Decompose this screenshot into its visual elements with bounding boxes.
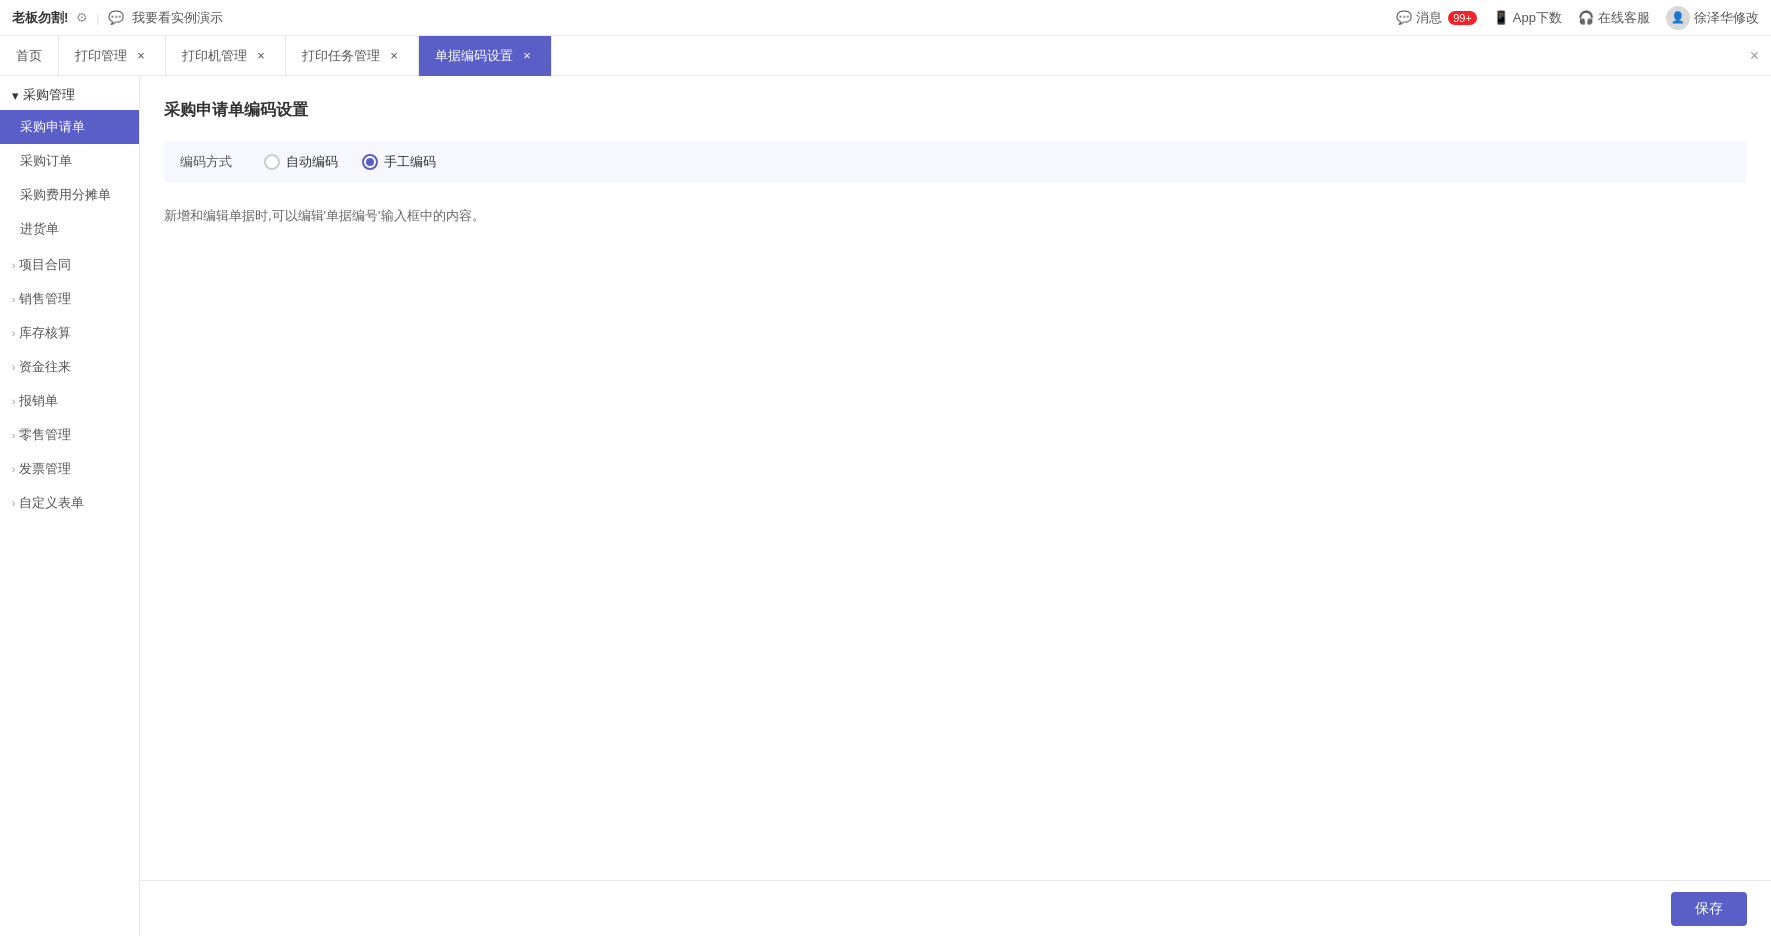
sidebar-item-purchase-request[interactable]: 采购申请单 (0, 110, 139, 144)
demo-divider: | (96, 10, 99, 25)
auto-encode-option[interactable]: 自动编码 (264, 153, 338, 171)
sidebar-group-fund[interactable]: › 资金往来 (0, 348, 139, 382)
sidebar-group-custom[interactable]: › 自定义表单 (0, 484, 139, 518)
demo-icon: 💬 (108, 10, 124, 25)
tab-doc-code-settings-close[interactable]: × (519, 48, 535, 64)
sidebar-group-purchase: ▾ 采购管理 采购申请单 采购订单 采购费用分摊单 进货单 (0, 76, 139, 246)
sidebar-group-reimbursement[interactable]: › 报销单 (0, 382, 139, 416)
manual-encode-radio[interactable] (362, 154, 378, 170)
message-btn[interactable]: 💬 消息 99+ (1396, 9, 1477, 27)
manual-encode-label: 手工编码 (384, 153, 436, 171)
arrow-reimbursement: › (12, 396, 15, 407)
message-icon: 💬 (1396, 10, 1412, 25)
message-badge: 99+ (1448, 11, 1477, 25)
tab-printer-management-close[interactable]: × (253, 48, 269, 64)
page-title: 采购申请单编码设置 (164, 100, 1747, 121)
tab-print-task-label: 打印任务管理 (302, 47, 380, 65)
top-bar-left: 老板勿割! ⚙ | 💬 我要看实例演示 (12, 9, 223, 27)
online-service-label: 在线客服 (1598, 9, 1650, 27)
sidebar-group-retail-label: 零售管理 (19, 426, 71, 444)
sidebar-group-retail[interactable]: › 零售管理 (0, 416, 139, 450)
online-service-btn[interactable]: 🎧 在线客服 (1578, 9, 1650, 27)
tab-printer-management-label: 打印机管理 (182, 47, 247, 65)
arrow-sales: › (12, 294, 15, 305)
tab-doc-code-settings-label: 单据编码设置 (435, 47, 513, 65)
auto-encode-radio[interactable] (264, 154, 280, 170)
encoding-label: 编码方式 (180, 153, 240, 171)
user-name: 徐泽华修改 (1694, 9, 1759, 27)
sidebar-group-purchase-header[interactable]: ▾ 采购管理 (0, 76, 139, 110)
content: 采购申请单编码设置 编码方式 自动编码 手工编码 新增和编辑单据时,可以编辑'单… (140, 76, 1771, 936)
sidebar-group-sales[interactable]: › 销售管理 (0, 280, 139, 314)
arrow-custom: › (12, 498, 15, 509)
app-download-btn[interactable]: 📱 App下数 (1493, 9, 1562, 27)
sidebar-group-project[interactable]: › 项目合同 (0, 246, 139, 280)
sidebar-group-fund-label: 资金往来 (19, 358, 71, 376)
sidebar: ▾ 采购管理 采购申请单 采购订单 采购费用分摊单 进货单 › 项目合同 › 销… (0, 76, 140, 936)
logo-text: 老板勿割! (12, 9, 68, 27)
tab-print-task-close[interactable]: × (386, 48, 402, 64)
sidebar-group-inventory[interactable]: › 库存核算 (0, 314, 139, 348)
arrow-inventory: › (12, 328, 15, 339)
arrow-fund: › (12, 362, 15, 373)
arrow-invoice: › (12, 464, 15, 475)
tab-doc-code-settings[interactable]: 单据编码设置 × (419, 36, 552, 76)
page-close-btn[interactable]: × (1738, 47, 1771, 65)
tab-print-management-label: 打印管理 (75, 47, 127, 65)
sidebar-group-purchase-label: 采购管理 (23, 86, 75, 104)
sidebar-item-purchase-inbound-label: 进货单 (20, 221, 59, 236)
hint-text: 新增和编辑单据时,可以编辑'单据编号'输入框中的内容。 (164, 199, 1747, 233)
sidebar-item-purchase-expense-label: 采购费用分摊单 (20, 187, 111, 202)
tab-print-management-close[interactable]: × (133, 48, 149, 64)
app-icon: 📱 (1493, 10, 1509, 25)
tab-bar: 首页 打印管理 × 打印机管理 × 打印任务管理 × 单据编码设置 × × (0, 36, 1771, 76)
manual-encode-option[interactable]: 手工编码 (362, 153, 436, 171)
collapse-arrow-purchase: ▾ (12, 88, 19, 103)
settings-icon[interactable]: ⚙ (76, 10, 88, 25)
encoding-row: 编码方式 自动编码 手工编码 (164, 141, 1747, 183)
tab-home-label: 首页 (16, 47, 42, 65)
top-bar-right: 💬 消息 99+ 📱 App下数 🎧 在线客服 👤 徐泽华修改 (1396, 6, 1759, 30)
service-icon: 🎧 (1578, 10, 1594, 25)
tab-printer-management[interactable]: 打印机管理 × (166, 36, 286, 76)
message-label: 消息 (1416, 9, 1442, 27)
avatar: 👤 (1666, 6, 1690, 30)
sidebar-group-invoice[interactable]: › 发票管理 (0, 450, 139, 484)
sidebar-group-inventory-label: 库存核算 (19, 324, 71, 342)
sidebar-item-purchase-order-label: 采购订单 (20, 153, 72, 168)
auto-encode-label: 自动编码 (286, 153, 338, 171)
sidebar-item-purchase-inbound[interactable]: 进货单 (0, 212, 139, 246)
sidebar-group-reimbursement-label: 报销单 (19, 392, 58, 410)
arrow-retail: › (12, 430, 15, 441)
bottom-bar: 保存 (140, 880, 1771, 936)
sidebar-group-project-label: 项目合同 (19, 256, 71, 274)
tab-home[interactable]: 首页 (0, 36, 59, 76)
sidebar-item-purchase-order[interactable]: 采购订单 (0, 144, 139, 178)
sidebar-group-sales-label: 销售管理 (19, 290, 71, 308)
content-inner: 采购申请单编码设置 编码方式 自动编码 手工编码 新增和编辑单据时,可以编辑'单… (140, 76, 1771, 880)
top-bar: 老板勿割! ⚙ | 💬 我要看实例演示 💬 消息 99+ 📱 App下数 🎧 在… (0, 0, 1771, 36)
demo-text[interactable]: 我要看实例演示 (132, 9, 223, 27)
tab-print-management[interactable]: 打印管理 × (59, 36, 166, 76)
sidebar-item-purchase-expense[interactable]: 采购费用分摊单 (0, 178, 139, 212)
main-layout: ▾ 采购管理 采购申请单 采购订单 采购费用分摊单 进货单 › 项目合同 › 销… (0, 76, 1771, 936)
user-profile-btn[interactable]: 👤 徐泽华修改 (1666, 6, 1759, 30)
sidebar-group-custom-label: 自定义表单 (19, 494, 84, 512)
tab-print-task[interactable]: 打印任务管理 × (286, 36, 419, 76)
arrow-project: › (12, 260, 15, 271)
app-download-label: App下数 (1513, 9, 1562, 27)
sidebar-item-purchase-request-label: 采购申请单 (20, 119, 85, 134)
sidebar-group-invoice-label: 发票管理 (19, 460, 71, 478)
save-button[interactable]: 保存 (1671, 892, 1747, 926)
